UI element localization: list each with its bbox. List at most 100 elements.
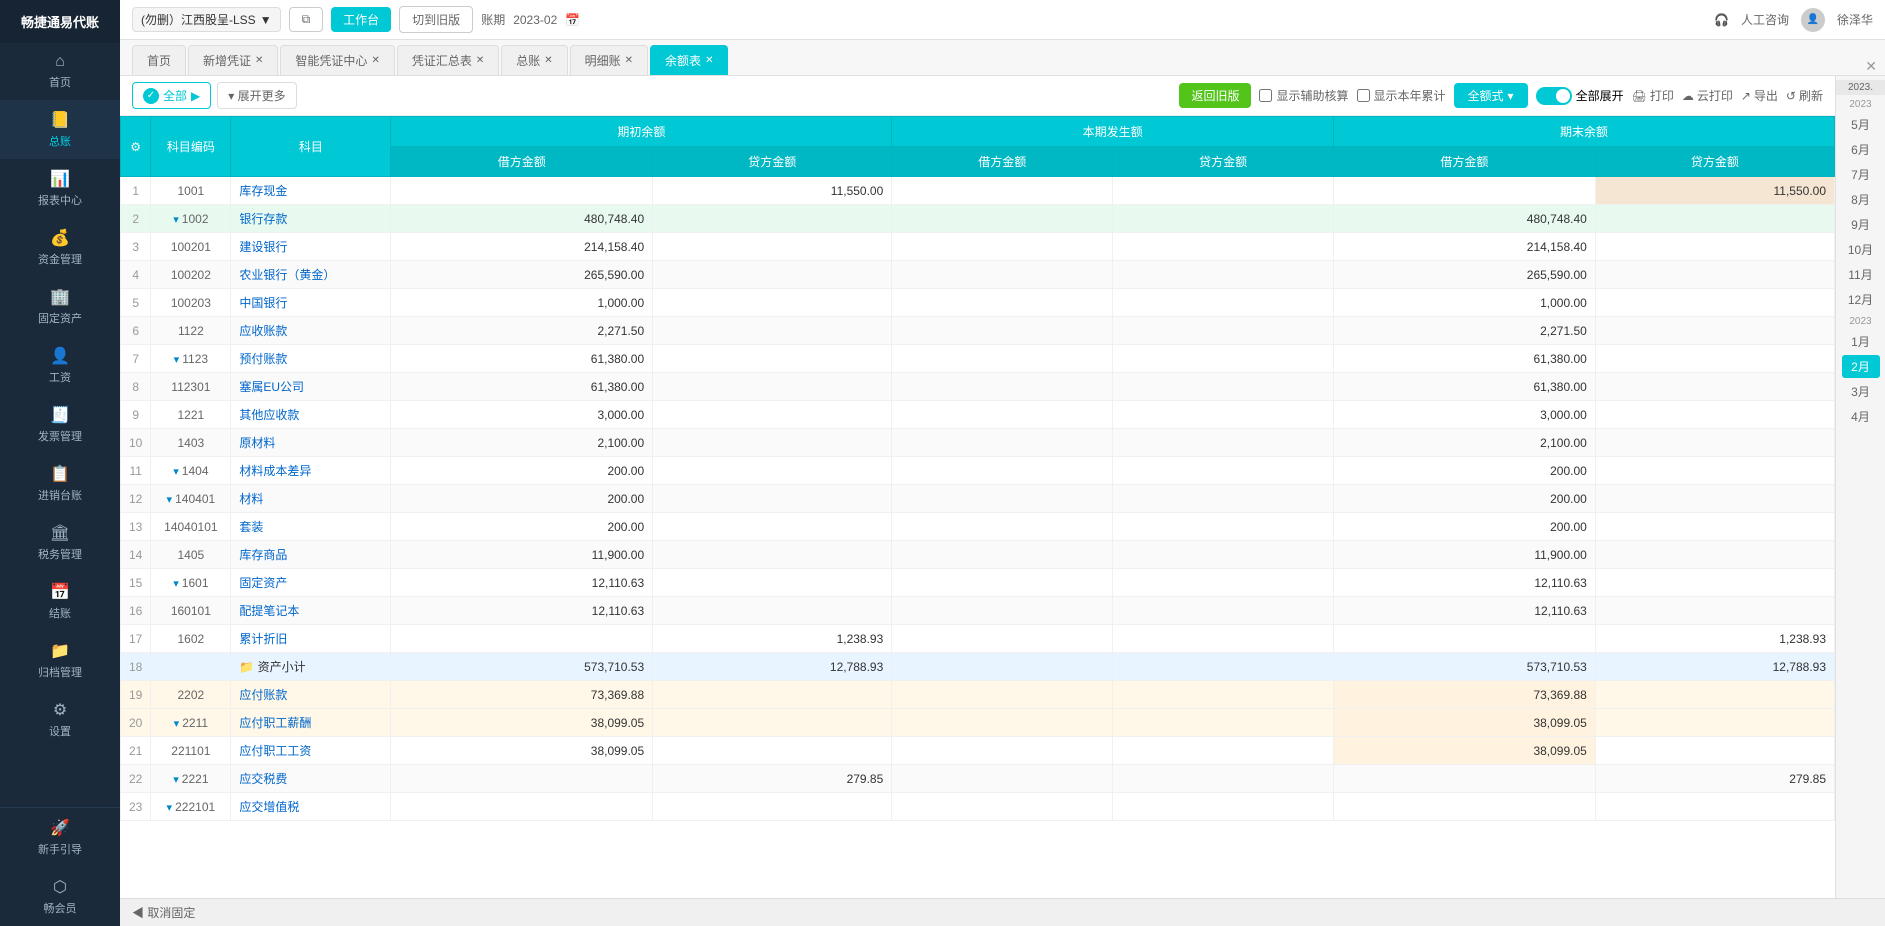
month-1[interactable]: 1月 [1842,330,1880,353]
calendar-icon[interactable]: 📅 [565,13,580,27]
sidebar-item-purchase[interactable]: 📋 进销台账 [0,454,120,513]
row-name-link[interactable]: 应收账款 [239,324,287,338]
pe-credit-cell: 1,238.93 [1595,625,1834,653]
show-ytd-checkbox[interactable] [1357,89,1370,102]
expand-icon[interactable]: ▾ [173,578,182,590]
expand-icon[interactable]: ▾ [174,718,183,730]
month-8[interactable]: 8月 [1842,188,1880,211]
row-name-link[interactable]: 应付职工薪酬 [239,716,311,730]
filter-all-button[interactable]: ✓ 全部 ▶ [132,82,211,109]
tab-new-voucher[interactable]: 新增凭证 ✕ [188,45,278,75]
close-icon[interactable]: ✕ [371,55,379,66]
table-row: 141405库存商品11,900.0011,900.00 [121,541,1835,569]
pb-debit-cell: 38,099.05 [391,709,653,737]
row-name-link[interactable]: 套装 [239,520,263,534]
tab-ledger[interactable]: 总账 ✕ [501,45,567,75]
row-name-link[interactable]: 预付账款 [239,352,287,366]
row-name-link[interactable]: 配提笔记本 [239,604,299,618]
row-name-link[interactable]: 银行存款 [239,212,287,226]
cur-debit-cell [892,793,1113,821]
print-button[interactable]: 🖨 打印 [1632,87,1674,104]
month-10[interactable]: 10月 [1842,238,1880,261]
expand-icon[interactable]: ▾ [167,802,176,814]
row-name-link[interactable]: 固定资产 [239,576,287,590]
row-number: 7 [121,345,151,373]
expand-icon[interactable]: ▾ [174,354,183,366]
tab-voucher-summary[interactable]: 凭证汇总表 ✕ [397,45,499,75]
expand-more-button[interactable]: ▾ 展开更多 [217,82,296,109]
month-2-current[interactable]: 2月 [1842,355,1880,378]
sidebar-item-settings[interactable]: ⚙ 设置 [0,690,120,749]
row-name-link[interactable]: 应交增值税 [239,800,299,814]
expand-icon[interactable]: ▾ [167,494,176,506]
pb-debit-cell: 61,380.00 [391,345,653,373]
sidebar-item-home[interactable]: ⌂ 首页 [0,43,120,100]
row-name-link[interactable]: 建设银行 [239,240,287,254]
close-all-button[interactable]: ✕ [1865,58,1877,75]
company-selector[interactable]: (勿删）江西股呈-LSS ▼ [132,7,281,32]
copy-button[interactable]: ⧉ [289,7,324,32]
return-old-button[interactable]: 返回旧版 [1179,83,1251,108]
row-code: ▾ 1123 [151,345,231,373]
month-9[interactable]: 9月 [1842,213,1880,236]
close-icon[interactable]: ✕ [476,55,484,66]
row-name-link[interactable]: 原材料 [239,436,275,450]
close-icon[interactable]: ✕ [544,55,552,66]
sidebar-item-assets[interactable]: 🏢 固定资产 [0,277,120,336]
row-name-link[interactable]: 塞属EU公司 [239,380,304,394]
tab-smart-voucher[interactable]: 智能凭证中心 ✕ [280,45,394,75]
cur-debit-header: 借方金额 [892,147,1113,177]
sidebar-item-ledger[interactable]: 📒 总账 [0,100,120,159]
row-name-link[interactable]: 材料 [239,492,263,506]
full-style-button[interactable]: 全额式 ▾ [1454,83,1528,108]
month-3[interactable]: 3月 [1842,380,1880,403]
month-6[interactable]: 6月 [1842,138,1880,161]
sidebar-item-tax[interactable]: 🏛 税务管理 [0,513,120,572]
consult-label[interactable]: 人工咨询 [1741,11,1789,28]
settings-col-header[interactable]: ⚙ [121,117,151,177]
month-7[interactable]: 7月 [1842,163,1880,186]
row-name-link[interactable]: 应付职工工资 [239,744,311,758]
expand-icon[interactable]: ▾ [173,214,182,226]
workbench-button[interactable]: 工作台 [331,7,391,32]
row-name-link[interactable]: 农业银行（黄金） [239,268,335,282]
close-icon[interactable]: ✕ [705,55,713,66]
month-4[interactable]: 4月 [1842,405,1880,428]
export-button[interactable]: ↗ 导出 [1741,87,1778,104]
switch-old-button[interactable]: 切到旧版 [399,6,473,33]
sidebar-item-guide[interactable]: 🚀 新手引导 [0,808,120,867]
refresh-button[interactable]: ↺ 刷新 [1786,87,1823,104]
expand-icon[interactable]: ▾ [173,466,182,478]
expand-all-toggle[interactable] [1536,87,1572,105]
month-5[interactable]: 5月 [1842,113,1880,136]
sidebar-item-period-close[interactable]: 📅 结账 [0,572,120,631]
tab-balance[interactable]: 余额表 ✕ [650,45,728,75]
show-aux-checkbox[interactable] [1259,89,1272,102]
row-name-link[interactable]: 累计折旧 [239,632,287,646]
close-icon[interactable]: ✕ [255,55,263,66]
tab-detail-ledger[interactable]: 明细账 ✕ [570,45,648,75]
row-name-link[interactable]: 材料成本差异 [239,464,311,478]
row-name-link[interactable]: 库存现金 [239,184,287,198]
cancel-fixed-button[interactable]: ◀ 取消固定 [132,904,195,921]
tab-home[interactable]: 首页 [132,45,186,75]
sidebar-item-invoice[interactable]: 🧾 发票管理 [0,395,120,454]
sidebar-item-funds[interactable]: 💰 资金管理 [0,218,120,277]
close-icon[interactable]: ✕ [625,55,633,66]
row-name-link[interactable]: 应付账款 [239,688,287,702]
row-name-link[interactable]: 应交税费 [239,772,287,786]
row-name-link[interactable]: 中国银行 [239,296,287,310]
sidebar-item-salary[interactable]: 👤 工资 [0,336,120,395]
row-code: 100201 [151,233,231,261]
month-12[interactable]: 12月 [1842,288,1880,311]
sidebar-item-archive[interactable]: 📁 归档管理 [0,631,120,690]
content-area: ✓ 全部 ▶ ▾ 展开更多 返回旧版 显示辅助核算 [120,76,1885,898]
row-name-link[interactable]: 其他应收款 [239,408,299,422]
sidebar-item-reports[interactable]: 📊 报表中心 [0,159,120,218]
sidebar-item-member[interactable]: ⬡ 畅会员 [0,867,120,926]
row-name-link[interactable]: 库存商品 [239,548,287,562]
cur-credit-cell [1113,597,1334,625]
month-11[interactable]: 11月 [1842,263,1880,286]
cloud-print-button[interactable]: ☁ 云打印 [1682,87,1733,104]
expand-icon[interactable]: ▾ [173,774,182,786]
